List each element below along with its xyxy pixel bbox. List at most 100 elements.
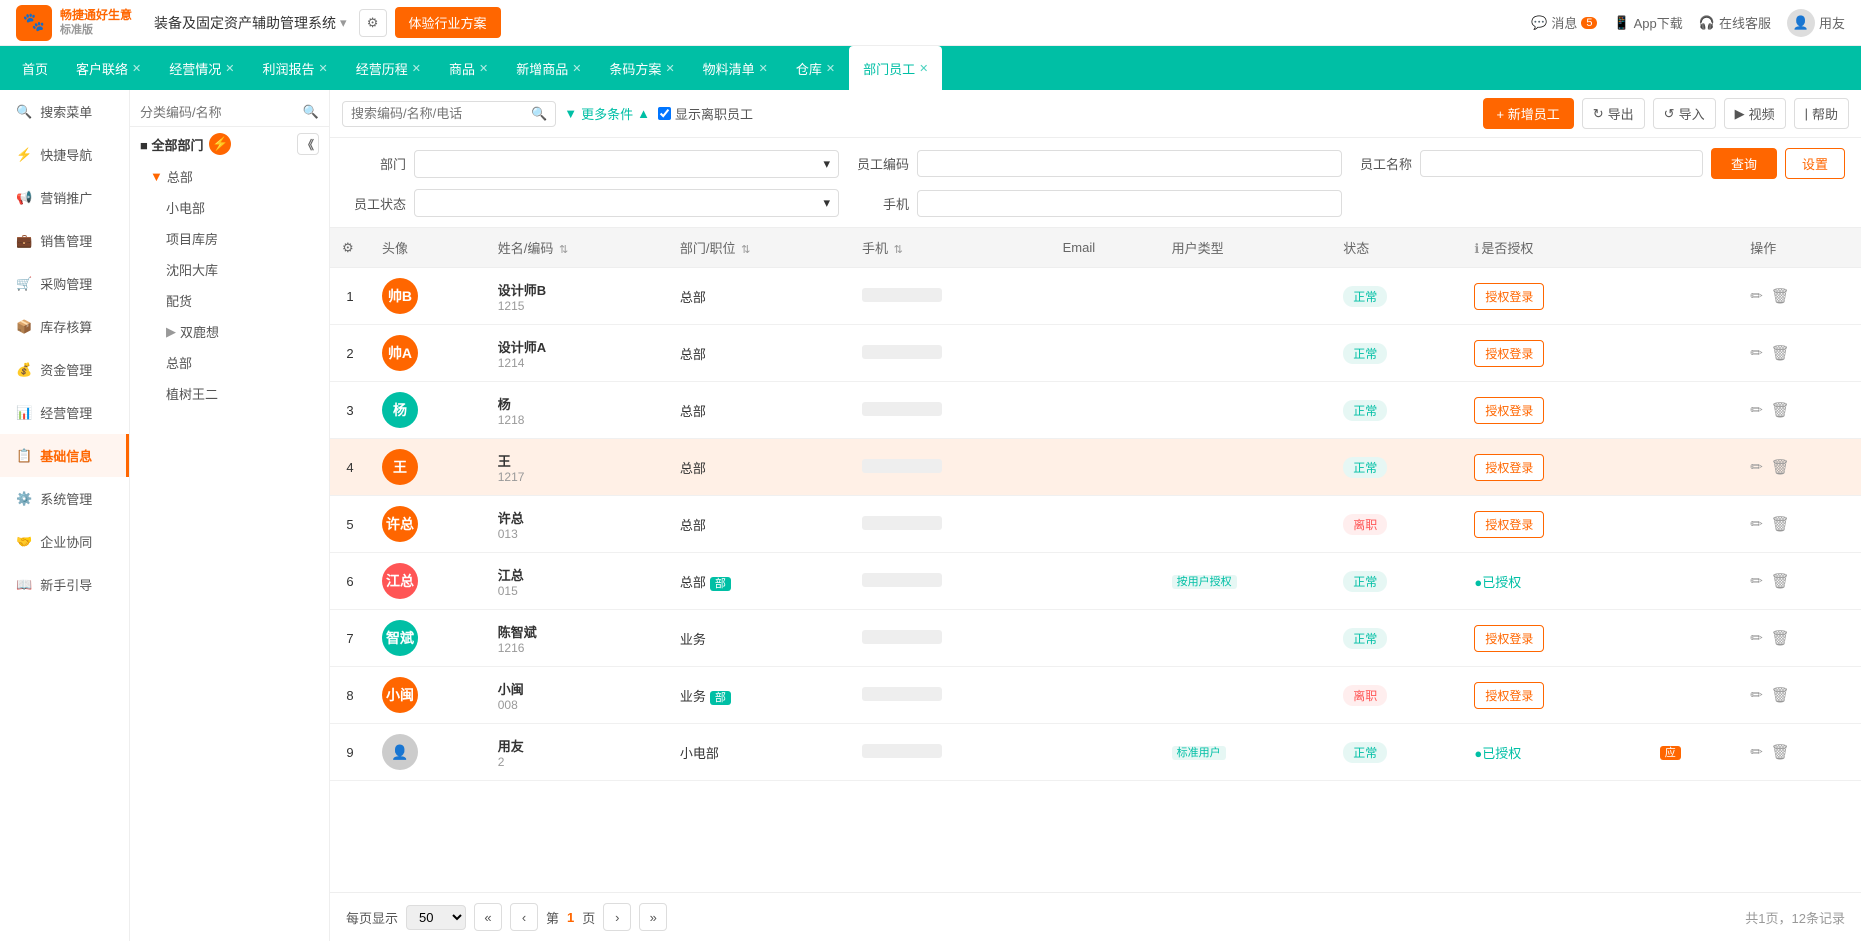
dept-search-icon[interactable]: 🔍 — [303, 104, 319, 120]
nav-close-icon9[interactable]: ✕ — [826, 62, 835, 75]
nav-product[interactable]: 商品 ✕ — [435, 46, 502, 90]
nav-close-icon4[interactable]: ✕ — [412, 62, 421, 75]
nav-profit[interactable]: 利润报告 ✕ — [248, 46, 341, 90]
nav-customer[interactable]: 客户联络 ✕ — [62, 46, 155, 90]
dept-search-input[interactable] — [140, 105, 303, 120]
dept-collapse-button[interactable]: 《 — [297, 133, 319, 155]
nav-barcode[interactable]: 条码方案 ✕ — [595, 46, 688, 90]
nav-purchase[interactable]: 🛒 采购管理 — [0, 262, 129, 305]
delete-button[interactable]: 🗑 — [1771, 629, 1790, 647]
edit-button[interactable]: ✏ — [1750, 572, 1763, 590]
prev-page-button[interactable]: ‹ — [510, 903, 538, 931]
auth-button[interactable]: 授权登录 — [1474, 454, 1544, 481]
nav-employee[interactable]: 部门员工 ✕ — [849, 46, 942, 90]
more-conditions-button[interactable]: ▼ 更多条件 ▲ — [564, 104, 650, 123]
import-button[interactable]: ↺ 导入 — [1653, 98, 1716, 129]
auth-button[interactable]: 授权登录 — [1474, 511, 1544, 538]
nav-close-icon5[interactable]: ✕ — [479, 62, 488, 75]
nav-close-icon8[interactable]: ✕ — [759, 62, 768, 75]
auth-button[interactable]: 授权登录 — [1474, 397, 1544, 424]
dept-node-shenyang[interactable]: 沈阳大库 — [146, 254, 329, 285]
setting-button[interactable]: 设置 — [1785, 148, 1845, 179]
row-auth[interactable]: 授权登录 — [1462, 667, 1643, 724]
auth-button[interactable]: 授权登录 — [1474, 283, 1544, 310]
nav-inventory[interactable]: 📦 库存核算 — [0, 305, 129, 348]
user-avatar[interactable]: 👤 用友 — [1787, 9, 1845, 37]
delete-button[interactable]: 🗑 — [1771, 515, 1790, 533]
row-auth[interactable]: 授权登录 — [1462, 439, 1643, 496]
next-page-button[interactable]: › — [603, 903, 631, 931]
nav-close-icon7[interactable]: ✕ — [665, 62, 674, 75]
dept-node-shuanglu[interactable]: ▶ 双鹿想 — [146, 316, 329, 347]
message-button[interactable]: 💬 消息 5 — [1531, 13, 1597, 32]
edit-button[interactable]: ✏ — [1750, 344, 1763, 362]
nav-marketing[interactable]: 📢 营销推广 — [0, 176, 129, 219]
dept-node-xiangmu[interactable]: 项目库房 — [146, 223, 329, 254]
dept-node-zhishu[interactable]: 植树王二 — [146, 378, 329, 409]
search-input[interactable] — [351, 106, 531, 121]
nav-operation[interactable]: 经营情况 ✕ — [155, 46, 248, 90]
resigned-checkbox-input[interactable] — [658, 107, 671, 120]
row-auth[interactable]: 授权登录 — [1462, 496, 1643, 553]
nav-home[interactable]: 首页 — [8, 46, 62, 90]
dept-filter-select[interactable]: ▾ — [414, 150, 839, 178]
nav-management[interactable]: 📊 经营管理 — [0, 391, 129, 434]
dept-node-zongbu[interactable]: ▼ 总部 — [130, 161, 329, 192]
edit-button[interactable]: ✏ — [1750, 515, 1763, 533]
emp-code-input[interactable] — [917, 150, 1342, 177]
nav-sales[interactable]: 💼 销售管理 — [0, 219, 129, 262]
auth-button[interactable]: 授权登录 — [1474, 625, 1544, 652]
delete-button[interactable]: 🗑 — [1771, 344, 1790, 362]
nav-history[interactable]: 经营历程 ✕ — [342, 46, 435, 90]
dept-node-zongbu2[interactable]: 总部 — [146, 347, 329, 378]
col-dept[interactable]: 部门/职位 ⇅ — [668, 228, 850, 268]
edit-button[interactable]: ✏ — [1750, 458, 1763, 476]
delete-button[interactable]: 🗑 — [1771, 401, 1790, 419]
nav-collab[interactable]: 🤝 企业协同 — [0, 520, 129, 563]
nav-close-icon[interactable]: ✕ — [132, 62, 141, 75]
emp-name-input[interactable] — [1420, 150, 1703, 177]
row-auth[interactable]: 授权登录 — [1462, 268, 1643, 325]
dropdown-arrow-icon[interactable]: ▾ — [340, 15, 347, 31]
settings-button[interactable]: ⚙ — [359, 9, 387, 37]
add-employee-button[interactable]: + 新增员工 — [1483, 98, 1574, 129]
query-button[interactable]: 查询 — [1711, 148, 1777, 179]
dept-node-xiaodibu[interactable]: 小电部 — [146, 192, 329, 223]
trial-button[interactable]: 体验行业方案 — [395, 7, 501, 38]
row-auth[interactable]: ●已授权 — [1462, 553, 1643, 610]
delete-button[interactable]: 🗑 — [1771, 572, 1790, 590]
show-resigned-checkbox[interactable]: 显示离职员工 — [658, 104, 753, 123]
nav-warehouse[interactable]: 仓库 ✕ — [782, 46, 849, 90]
last-page-button[interactable]: » — [639, 903, 667, 931]
status-filter-select[interactable]: ▾ — [414, 189, 839, 217]
nav-close-icon2[interactable]: ✕ — [225, 62, 234, 75]
edit-button[interactable]: ✏ — [1750, 287, 1763, 305]
dept-add-button[interactable]: ⚡ — [209, 133, 231, 155]
edit-button[interactable]: ✏ — [1750, 743, 1763, 761]
nav-guide[interactable]: 📖 新手引导 — [0, 563, 129, 606]
page-size-select[interactable]: 50 20 100 — [406, 905, 466, 930]
nav-bom[interactable]: 物料清单 ✕ — [689, 46, 782, 90]
nav-close-icon10[interactable]: ✕ — [919, 62, 928, 75]
online-service-button[interactable]: 🎧 在线客服 — [1699, 13, 1771, 32]
nav-search-menu[interactable]: 🔍 搜索菜单 — [0, 90, 129, 133]
edit-button[interactable]: ✏ — [1750, 401, 1763, 419]
row-auth[interactable]: ●已授权 — [1462, 724, 1643, 781]
app-download-button[interactable]: 📱 App下载 — [1613, 13, 1682, 32]
col-settings[interactable]: ⚙ — [330, 228, 370, 268]
auth-button[interactable]: 授权登录 — [1474, 340, 1544, 367]
nav-system[interactable]: ⚙️ 系统管理 — [0, 477, 129, 520]
nav-basic-info[interactable]: 📋 基础信息 — [0, 434, 129, 477]
auth-button[interactable]: 授权登录 — [1474, 682, 1544, 709]
help-button[interactable]: | 帮助 — [1794, 98, 1849, 129]
edit-button[interactable]: ✏ — [1750, 686, 1763, 704]
row-auth[interactable]: 授权登录 — [1462, 610, 1643, 667]
nav-close-icon6[interactable]: ✕ — [572, 62, 581, 75]
first-page-button[interactable]: « — [474, 903, 502, 931]
col-name[interactable]: 姓名/编码 ⇅ — [486, 228, 668, 268]
view-button[interactable]: ▶ 视频 — [1724, 98, 1786, 129]
search-submit-icon[interactable]: 🔍 — [531, 106, 547, 122]
nav-add-product[interactable]: 新增商品 ✕ — [502, 46, 595, 90]
col-phone[interactable]: 手机 ⇅ — [850, 228, 1051, 268]
nav-close-icon3[interactable]: ✕ — [319, 62, 328, 75]
